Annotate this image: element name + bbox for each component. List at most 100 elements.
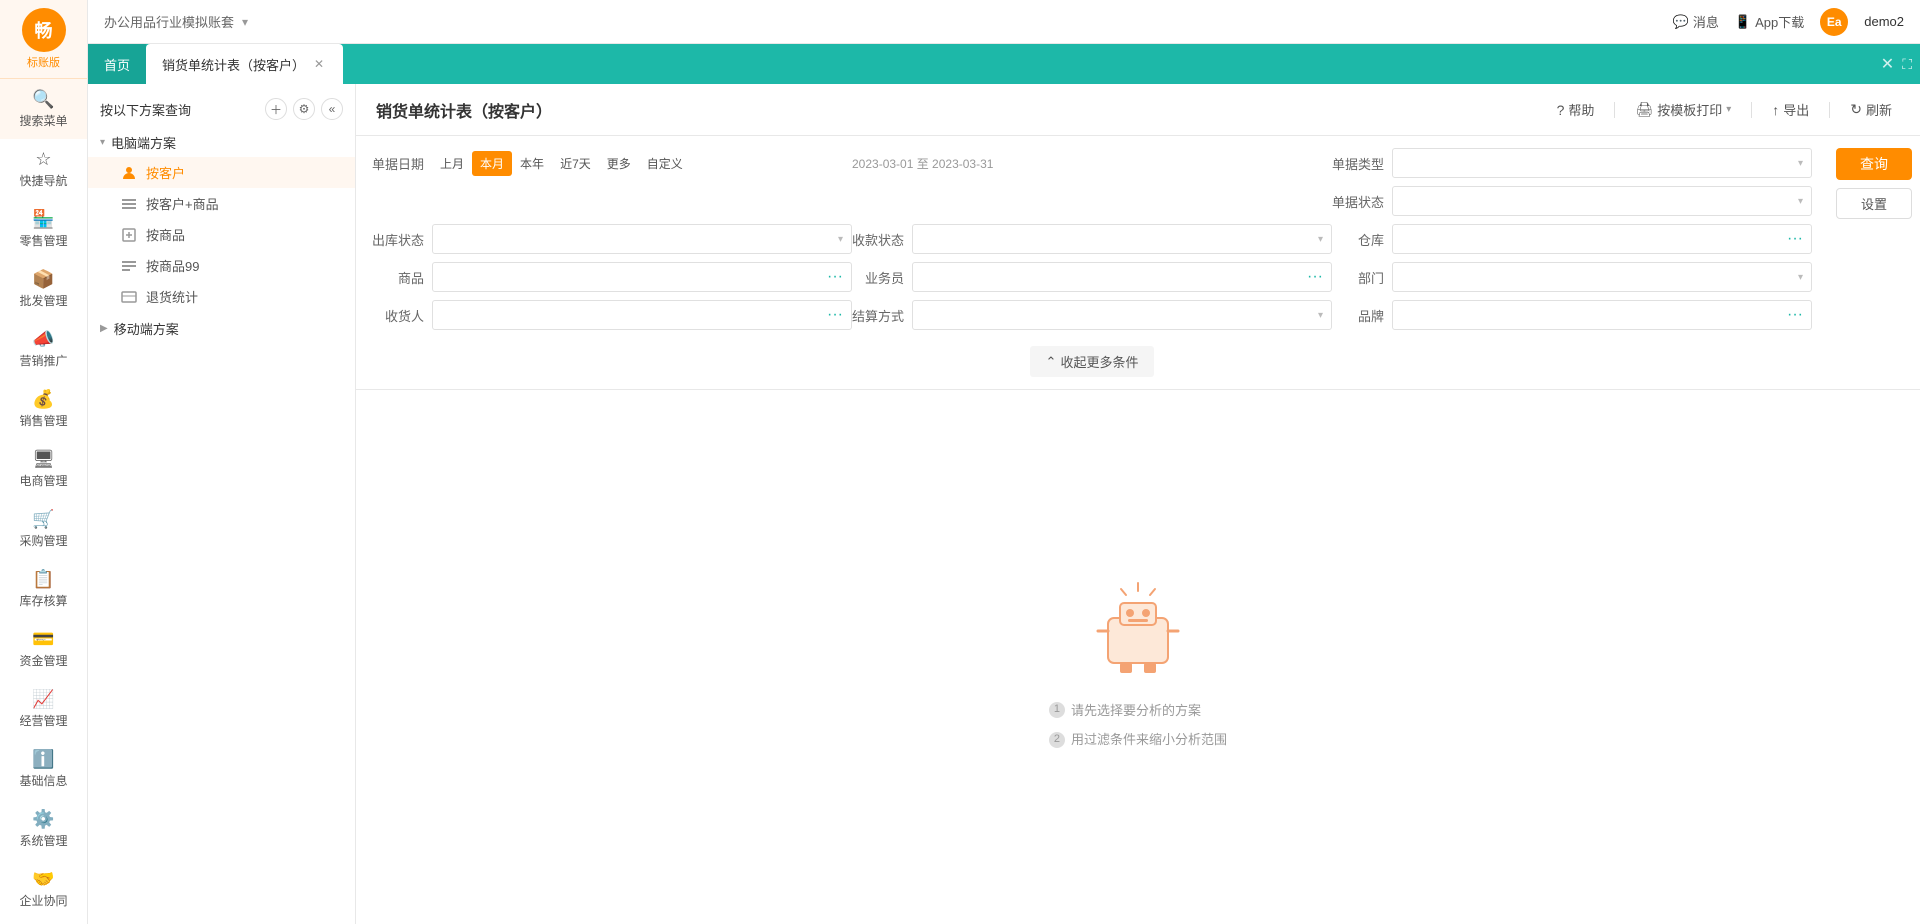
date-btn-more[interactable]: 更多: [599, 151, 639, 176]
date-btn-last-month[interactable]: 上月: [432, 151, 472, 176]
out-status-label: 出库状态: [372, 230, 432, 249]
tab-close-window-icon[interactable]: ✕: [1881, 54, 1894, 74]
sidebar-item-system[interactable]: ⚙️ 系统管理: [0, 799, 87, 859]
print-dropdown-icon[interactable]: ▾: [1726, 104, 1731, 115]
scheme-item-return-stats[interactable]: 退货统计: [88, 281, 355, 312]
date-btn-7days[interactable]: 近7天: [552, 151, 599, 176]
settle-select[interactable]: ▾: [912, 300, 1332, 330]
receiver-select[interactable]: ···: [432, 300, 852, 330]
sidebar-item-purchase[interactable]: 🛒 采购管理: [0, 499, 87, 559]
basic-icon: ℹ️: [32, 749, 54, 770]
page-header: 销货单统计表（按客户） ? 帮助 🖨 按模板打印 ▾ ↑: [356, 84, 1920, 136]
finance-icon: 💳: [32, 629, 54, 650]
sidebar-item-sales[interactable]: 💰 销售管理: [0, 379, 87, 439]
empty-hint-2: 2 用过滤条件来缩小分析范围: [1049, 728, 1227, 751]
dropdown-arrow-icon[interactable]: ▾: [242, 15, 248, 29]
content-area: 按以下方案查询 ＋ ⚙ « ▾ 电脑端方案 按客户: [88, 84, 1920, 924]
scheme-item-by-customer[interactable]: 按客户: [88, 157, 355, 188]
filter-row-4: 收货人 ··· 结算方式 ▾: [372, 300, 1812, 330]
scheme-group-mobile-title[interactable]: ▶ 移动端方案: [88, 314, 355, 343]
sidebar: 畅 标账版 🔍 搜索菜单 ☆ 快捷导航 🏪 零售管理 📦 批发管理 📣 营销推广…: [0, 0, 88, 924]
salesman-dots-icon[interactable]: ···: [1307, 268, 1323, 286]
sidebar-item-marketing[interactable]: 📣 营销推广: [0, 319, 87, 379]
goods-select[interactable]: ···: [432, 262, 852, 292]
type-filter-cell: 单据类型 ▾: [1332, 148, 1812, 178]
salesman-select[interactable]: ···: [912, 262, 1332, 292]
export-icon: ↑: [1772, 102, 1779, 118]
sidebar-item-finance[interactable]: 💳 资金管理: [0, 619, 87, 679]
scheme-settings-btn[interactable]: ⚙: [293, 98, 315, 120]
sidebar-item-guide[interactable]: 📖 新手引导: [0, 919, 87, 924]
scheme-add-btn[interactable]: ＋: [265, 98, 287, 120]
brand-select[interactable]: ···: [1392, 300, 1812, 330]
tab-maximize-icon[interactable]: ⛶: [1902, 56, 1912, 73]
goods-99-icon: [120, 257, 138, 275]
type-select[interactable]: ▾: [1392, 148, 1812, 178]
goods-label: 商品: [372, 268, 432, 287]
date-btn-this-month[interactable]: 本月: [472, 151, 512, 176]
collect-status-label: 收款状态: [852, 230, 912, 249]
customer-icon: [120, 164, 138, 182]
out-status-select[interactable]: ▾: [432, 224, 852, 254]
print-icon: 🖨: [1635, 101, 1653, 118]
date-btn-custom[interactable]: 自定义: [639, 151, 691, 176]
collect-status-select[interactable]: ▾: [912, 224, 1332, 254]
tab-home[interactable]: 首页: [88, 44, 146, 84]
receiver-dots-icon[interactable]: ···: [827, 306, 843, 324]
dept-select[interactable]: ▾: [1392, 262, 1812, 292]
scheme-panel: 按以下方案查询 ＋ ⚙ « ▾ 电脑端方案 按客户: [88, 84, 356, 924]
scheme-group-desktop-label: 电脑端方案: [111, 133, 176, 152]
receiver-label: 收货人: [372, 306, 432, 325]
warehouse-dots-icon[interactable]: ···: [1787, 230, 1803, 248]
scheme-item-by-goods-99[interactable]: 按商品99: [88, 250, 355, 281]
print-btn[interactable]: 🖨 按模板打印 ▾: [1627, 96, 1739, 123]
customer-goods-icon: [120, 195, 138, 213]
scheme-item-return-stats-label: 退货统计: [146, 287, 198, 306]
sidebar-item-quick-nav[interactable]: ☆ 快捷导航: [0, 139, 87, 199]
message-btn[interactable]: 💬 消息: [1673, 12, 1719, 31]
sidebar-item-retail[interactable]: 🏪 零售管理: [0, 199, 87, 259]
sidebar-item-operations[interactable]: 📈 经营管理: [0, 679, 87, 739]
refresh-btn[interactable]: ↻ 刷新: [1842, 96, 1900, 123]
filter-query-area: 单据日期 上月 本月 本年 近7天 更多 自定义 2023-03-0: [356, 136, 1920, 390]
empty-hint-1: 1 请先选择要分析的方案: [1049, 699, 1227, 722]
query-panel: 查询 设置: [1828, 136, 1920, 389]
out-status-cell: 出库状态 ▾: [372, 224, 852, 254]
sidebar-item-basic[interactable]: ℹ️ 基础信息: [0, 739, 87, 799]
divider-2: [1751, 102, 1752, 118]
avatar[interactable]: Ea: [1820, 8, 1848, 36]
date-label: 单据日期: [372, 154, 432, 173]
app-download-btn[interactable]: 📱 App下载: [1735, 12, 1804, 31]
app-title: 办公用品行业模拟账套: [104, 12, 234, 31]
help-btn[interactable]: ? 帮助: [1549, 96, 1603, 123]
tab-close-icon[interactable]: ✕: [311, 56, 327, 72]
user-name[interactable]: demo2: [1864, 14, 1904, 29]
tab-sales-stats[interactable]: 销货单统计表（按客户） ✕: [146, 44, 343, 84]
logo-text: 标账版: [27, 54, 60, 70]
sidebar-item-ecom[interactable]: 🖥 电商管理: [0, 439, 87, 499]
collapse-area: ⌃ 收起更多条件: [372, 338, 1812, 377]
collapse-btn[interactable]: ⌃ 收起更多条件: [1030, 346, 1155, 377]
wholesale-icon: 📦: [32, 269, 54, 290]
warehouse-select[interactable]: ···: [1392, 224, 1812, 254]
refresh-icon: ↻: [1850, 101, 1862, 118]
scheme-collapse-btn[interactable]: «: [321, 98, 343, 120]
goods-dots-icon[interactable]: ···: [827, 268, 843, 286]
sidebar-item-search[interactable]: 🔍 搜索菜单: [0, 79, 87, 139]
sidebar-item-enterprise[interactable]: 🤝 企业协同: [0, 859, 87, 919]
sidebar-item-inventory[interactable]: 📋 库存核算: [0, 559, 87, 619]
scheme-item-by-goods[interactable]: 按商品: [88, 219, 355, 250]
scheme-group-desktop: ▾ 电脑端方案 按客户 按客户+商品: [88, 128, 355, 312]
date-btn-this-year[interactable]: 本年: [512, 151, 552, 176]
gear-icon: ⚙️: [32, 809, 54, 830]
scheme-group-desktop-title[interactable]: ▾ 电脑端方案: [88, 128, 355, 157]
star-icon: ☆: [35, 149, 51, 170]
collapse-icon: ▶: [100, 323, 108, 334]
scheme-item-by-customer-goods[interactable]: 按客户+商品: [88, 188, 355, 219]
query-btn[interactable]: 查询: [1836, 148, 1912, 180]
status-select[interactable]: ▾: [1392, 186, 1812, 216]
brand-dots-icon[interactable]: ···: [1787, 306, 1803, 324]
settings-btn[interactable]: 设置: [1836, 188, 1912, 219]
sidebar-item-wholesale[interactable]: 📦 批发管理: [0, 259, 87, 319]
export-btn[interactable]: ↑ 导出: [1764, 96, 1817, 123]
